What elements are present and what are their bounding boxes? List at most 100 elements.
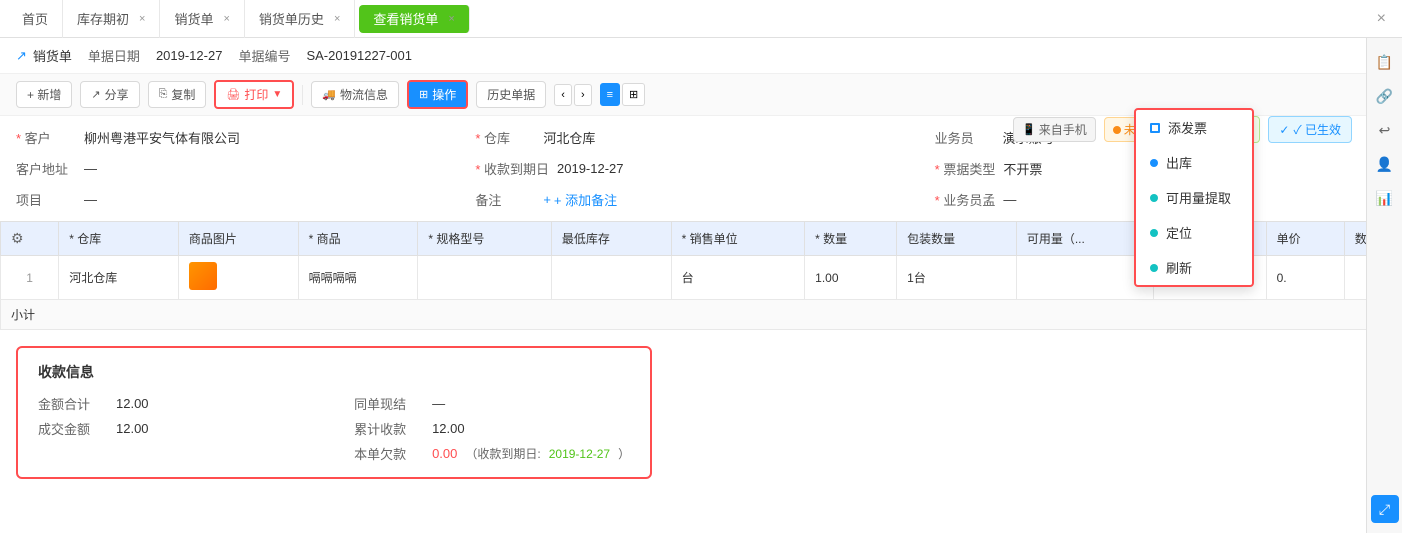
list-view-button[interactable]: ≡ — [600, 83, 620, 106]
col-spec: * 规格型号 — [418, 222, 552, 256]
col-gear: ⚙ — [1, 222, 59, 256]
sidebar-return-icon[interactable]: ↩ — [1371, 116, 1399, 144]
form-icon: ↗ — [16, 48, 27, 64]
tab-view-order-close[interactable]: × — [448, 13, 454, 25]
operation-button[interactable]: ⊞ 操作 — [407, 80, 468, 109]
share-button[interactable]: ↗ 分享 — [80, 81, 139, 108]
tab-view-order[interactable]: 查看销货单 × — [359, 5, 469, 33]
subtotal-label: 小计 — [1, 300, 1402, 330]
payment-box: 收款信息 金额合计 12.00 同单现结 — 成交金额 12.00 — [16, 346, 652, 479]
operation-dropdown: 添发票 出库 可用量提取 定位 刷新 — [1134, 108, 1254, 287]
date-label: 单据日期 — [88, 46, 140, 65]
new-button[interactable]: + 新增 — [16, 81, 72, 108]
next-button[interactable]: › — [574, 84, 592, 106]
cumulative-label: 累计收款 — [354, 419, 424, 438]
form-title: ↗ 销货单 — [16, 46, 72, 65]
note-label: 备注 — [475, 190, 535, 209]
customer-value: 柳州粤港平安气体有限公司 — [84, 128, 240, 147]
square-icon — [1150, 123, 1160, 133]
sidebar-doc-icon[interactable]: 📋 — [1371, 48, 1399, 76]
tab-sales-history-close[interactable]: × — [334, 13, 340, 25]
tab-sales-order-close[interactable]: × — [223, 13, 229, 25]
copy-button[interactable]: ⎘ 复制 — [148, 81, 207, 108]
owed-note: （收款到期日: — [465, 445, 540, 462]
dropdown-refresh[interactable]: 刷新 — [1136, 250, 1252, 285]
dot-icon-4 — [1150, 264, 1158, 272]
project-row: 项目 — — [16, 186, 467, 213]
warehouse-row: 仓库 河北仓库 — [475, 124, 926, 151]
warehouse-value: 河北仓库 — [543, 128, 595, 147]
due-date-row: 收款到期日 2019-12-27 — [475, 155, 926, 182]
add-note-button[interactable]: + + 添加备注 — [543, 190, 617, 209]
plus-icon: + — [543, 192, 551, 207]
address-value: — — [84, 161, 97, 176]
dropdown-add-invoice[interactable]: 添发票 — [1136, 110, 1252, 145]
effect-status-button[interactable]: ✓ ✓ 已生效 — [1268, 116, 1352, 143]
gear-icon[interactable]: ⚙ — [11, 230, 24, 246]
col-available: 可用量（... — [1016, 222, 1153, 256]
nav-arrows: ‹ › — [554, 84, 591, 106]
owed-end: ） — [618, 445, 630, 462]
sidebar-link-icon[interactable]: 🔗 — [1371, 82, 1399, 110]
sidebar-expand-icon[interactable]: ⤢ — [1371, 495, 1399, 523]
sidebar-user-icon[interactable]: 👤 — [1371, 150, 1399, 178]
col-pack: 包装数量 — [897, 222, 1017, 256]
col-min-stock: 最低库存 — [551, 222, 671, 256]
row-unit: 台 — [671, 256, 805, 300]
row-price: 0. — [1266, 256, 1344, 300]
row-available — [1016, 256, 1153, 300]
dropdown-available-qty[interactable]: 可用量提取 — [1136, 180, 1252, 215]
tab-inventory-init-close[interactable]: × — [139, 13, 145, 25]
settlement-label: 同单现结 — [354, 394, 424, 413]
grid-view-button[interactable]: ⊞ — [622, 83, 645, 106]
date-value: 2019-12-27 — [156, 48, 223, 63]
due-date-label: 收款到期日 — [475, 159, 549, 178]
settlement-value: — — [432, 396, 445, 411]
form-header: ↗ 销货单 单据日期 2019-12-27 单据编号 SA-20191227-0… — [0, 38, 1402, 74]
deal-row: 成交金额 12.00 — [38, 419, 314, 438]
settlement-row: 同单现结 — — [354, 394, 630, 413]
history-button[interactable]: 历史单据 — [476, 81, 546, 108]
deal-value: 12.00 — [116, 421, 149, 436]
cumulative-value: 12.00 — [432, 421, 465, 436]
customer-row: 客户 柳州粤港平安气体有限公司 — [16, 124, 467, 151]
number-label: 单据编号 — [238, 46, 290, 65]
tab-inventory-init[interactable]: 库存期初 × — [63, 0, 160, 38]
dropdown-outbound[interactable]: 出库 — [1136, 145, 1252, 180]
dot-icon — [1150, 159, 1158, 167]
staff2-value: — — [1003, 192, 1016, 207]
print-button[interactable]: 🖨 打印 ▼ — [214, 80, 294, 109]
amount-value: 12.00 — [116, 396, 149, 411]
prev-button[interactable]: ‹ — [554, 84, 572, 106]
tab-sales-order[interactable]: 销货单 × — [160, 0, 244, 38]
row-pack: 1台 — [897, 256, 1017, 300]
row-img — [178, 256, 298, 300]
window-close-button[interactable]: × — [1369, 10, 1394, 28]
payment-section: 收款信息 金额合计 12.00 同单现结 — 成交金额 12.00 — [0, 330, 1402, 495]
deal-label: 成交金额 — [38, 419, 108, 438]
tab-sales-history[interactable]: 销货单历史 × — [245, 0, 355, 38]
address-row: 客户地址 — — [16, 155, 467, 182]
right-sidebar: 📋 🔗 ↩ 👤 📊 ⤢ — [1366, 38, 1402, 533]
amount-label: 金额合计 — [38, 394, 108, 413]
staff2-label: 业务员孟 — [935, 190, 996, 209]
col-qty: * 数量 — [805, 222, 897, 256]
product-image — [189, 262, 217, 290]
project-label: 项目 — [16, 190, 76, 209]
row-qty: 1.00 — [805, 256, 897, 300]
owed-value: 0.00 — [432, 446, 457, 461]
logistics-button[interactable]: 🚚 物流信息 — [311, 81, 399, 108]
row-min-stock — [551, 256, 671, 300]
note-row: 备注 + + 添加备注 — [475, 186, 926, 213]
phone-button[interactable]: 📱 来自手机 — [1013, 117, 1096, 142]
col-img: 商品图片 — [178, 222, 298, 256]
sidebar-chart-icon[interactable]: 📊 — [1371, 184, 1399, 212]
cumulative-row: 累计收款 12.00 — [354, 419, 630, 438]
customer-label: 客户 — [16, 128, 76, 147]
dropdown-locate[interactable]: 定位 — [1136, 215, 1252, 250]
col-warehouse: * 仓库 — [59, 222, 179, 256]
tab-home[interactable]: 首页 — [8, 0, 63, 38]
project-value: — — [84, 192, 97, 207]
row-spec — [418, 256, 552, 300]
warehouse-label: 仓库 — [475, 128, 535, 147]
